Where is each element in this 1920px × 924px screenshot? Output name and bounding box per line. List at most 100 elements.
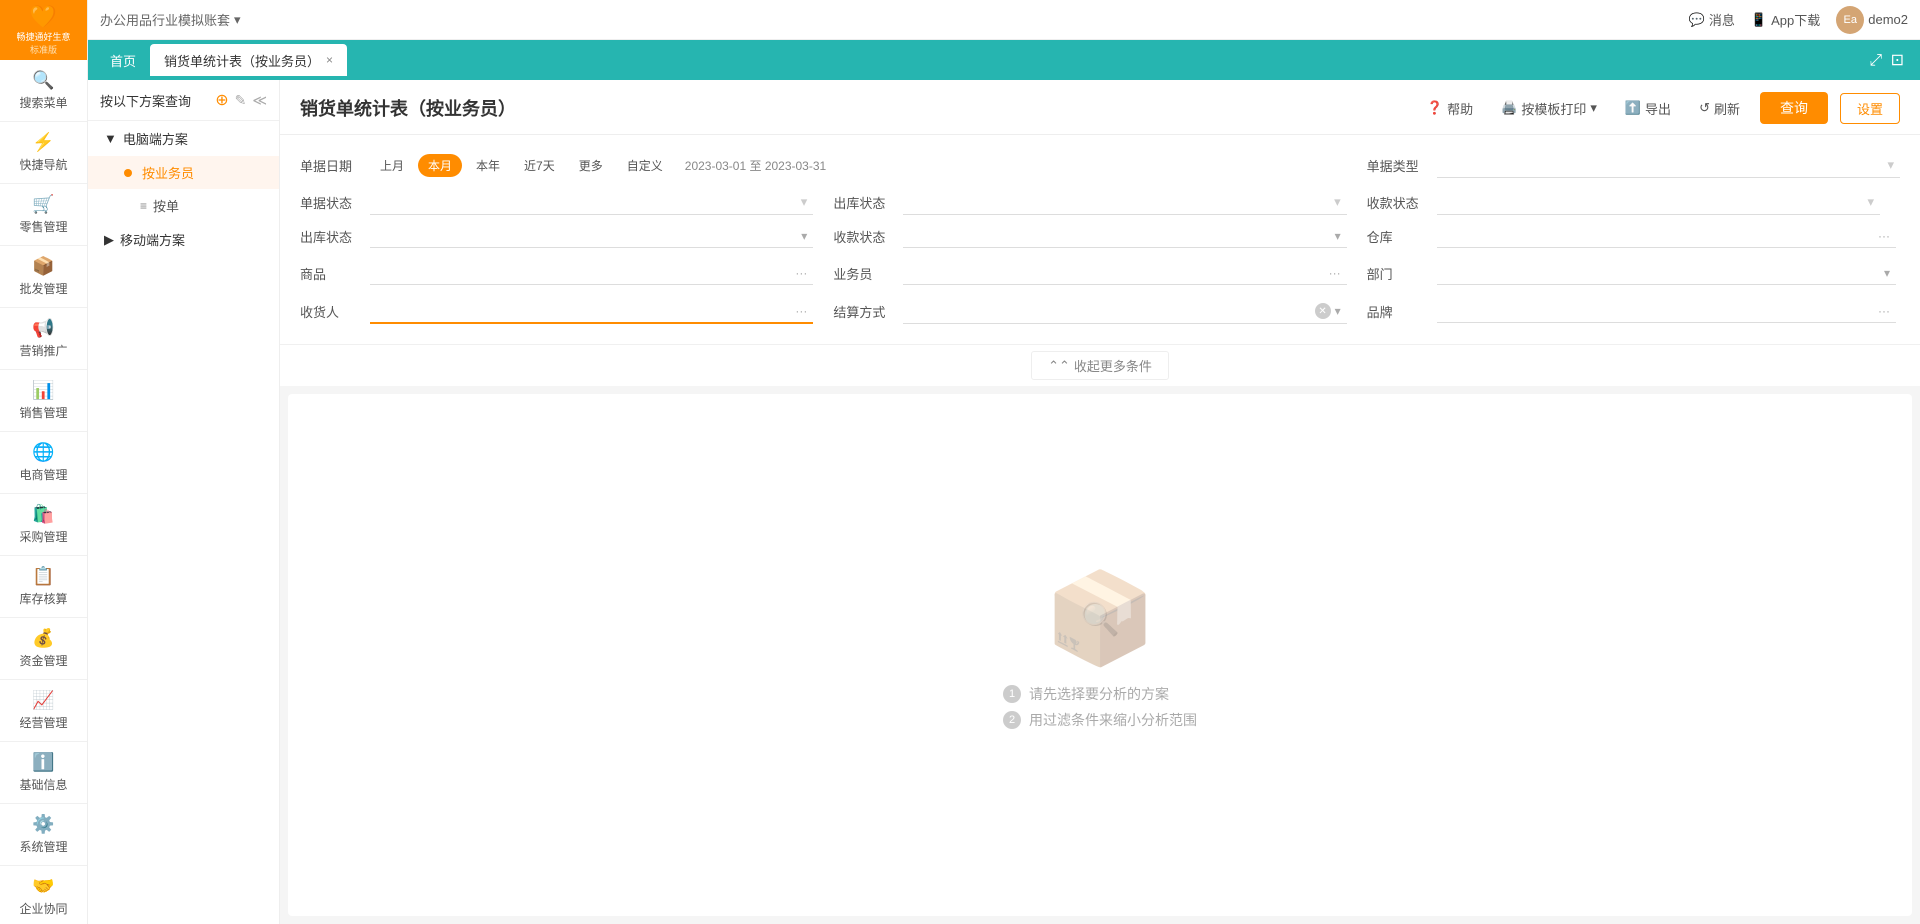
sidebar-item-sales[interactable]: 📊 销售管理 bbox=[0, 370, 88, 432]
tree-by-order-label: 按单 bbox=[153, 196, 179, 215]
goods-dots[interactable]: ··· bbox=[795, 266, 807, 280]
salesman-dots[interactable]: ··· bbox=[1329, 266, 1341, 280]
sidebar-item-finance[interactable]: 💰 资金管理 bbox=[0, 618, 88, 680]
sidebar-item-purchase[interactable]: 🛍️ 采购管理 bbox=[0, 494, 88, 556]
goods-label: 商品 bbox=[300, 264, 370, 283]
app-download-icon: 📱 bbox=[1751, 12, 1767, 28]
help-btn[interactable]: ❓ 帮助 bbox=[1419, 95, 1481, 122]
dept-dropdown[interactable]: ▾ bbox=[1884, 266, 1890, 280]
bill-status-dropdown[interactable]: ▾ bbox=[801, 194, 808, 210]
salesman-input[interactable]: ··· bbox=[903, 262, 1346, 285]
filter-settlement-col: 结算方式 ✕ ▾ bbox=[833, 295, 1366, 328]
sidebar-item-label: 搜索菜单 bbox=[19, 94, 67, 111]
sidebar-item-enterprise[interactable]: 🤝 企业协同 bbox=[0, 866, 88, 924]
sidebar-item-ecommerce[interactable]: 🌐 电商管理 bbox=[0, 432, 88, 494]
settlement-input[interactable]: ✕ ▾ bbox=[903, 299, 1346, 324]
export-icon: ⬆️ bbox=[1625, 100, 1641, 116]
print-icon: 🖨️ bbox=[1501, 100, 1517, 116]
brand-dots[interactable]: ··· bbox=[1878, 304, 1890, 318]
app-download-label: App下载 bbox=[1771, 10, 1820, 29]
dept-input[interactable]: ▾ bbox=[1437, 262, 1896, 285]
active-indicator bbox=[124, 169, 132, 177]
sidebar-item-retail[interactable]: 🛒 零售管理 bbox=[0, 184, 88, 246]
bill-type-label: 单据类型 bbox=[1367, 156, 1437, 175]
out-status-dropdown[interactable]: ▾ bbox=[1334, 194, 1341, 210]
tree-pc-scheme[interactable]: ▼ 电脑端方案 bbox=[88, 121, 279, 156]
avatar: Ea bbox=[1836, 6, 1864, 34]
refresh-btn[interactable]: ↺ 刷新 bbox=[1691, 95, 1748, 122]
enterprise-icon: 🤝 bbox=[32, 876, 54, 897]
company-selector[interactable]: 办公用品行业模拟账套 ▾ bbox=[100, 10, 241, 29]
empty-search-icon: 🔍 bbox=[1080, 600, 1120, 638]
right-panel: 销货单统计表（按业务员） ❓ 帮助 🖨️ 按模板打印 ▾ ⬆️ 导出 bbox=[280, 80, 1920, 924]
sidebar-item-wholesale[interactable]: 📦 批发管理 bbox=[0, 246, 88, 308]
left-panel: 按以下方案查询 ⊕ ✎ ≪ ▼ 电脑端方案 按业务员 bbox=[88, 80, 280, 924]
settlement-clear-icon[interactable]: ✕ bbox=[1315, 303, 1331, 319]
tab-close-icon[interactable]: × bbox=[326, 53, 333, 67]
filter-goods-col: 商品 ··· bbox=[300, 258, 833, 289]
tree-by-salesman[interactable]: 按业务员 bbox=[88, 156, 279, 189]
tab-sales-stats[interactable]: 销货单统计表（按业务员） × bbox=[150, 44, 347, 76]
query-button[interactable]: 查询 bbox=[1760, 92, 1828, 124]
print-btn[interactable]: 🖨️ 按模板打印 ▾ bbox=[1493, 95, 1605, 122]
bill-type-dropdown-icon[interactable]: ▾ bbox=[1887, 157, 1894, 173]
empty-step-1: 1 请先选择要分析的方案 bbox=[1003, 684, 1197, 704]
date-tab-this-month[interactable]: 本月 bbox=[418, 154, 462, 177]
warehouse-dots[interactable]: ··· bbox=[1878, 229, 1890, 243]
settlement-dropdown[interactable]: ▾ bbox=[1335, 304, 1341, 318]
receive-status-input[interactable]: ▾ bbox=[903, 225, 1346, 248]
tab-sales-stats-label: 销货单统计表（按业务员） bbox=[164, 51, 320, 70]
sidebar-item-operation[interactable]: 📈 经营管理 bbox=[0, 680, 88, 742]
date-tab-custom[interactable]: 自定义 bbox=[617, 154, 673, 177]
receive-status-dropdown[interactable]: ▾ bbox=[1867, 194, 1874, 210]
date-tab-more[interactable]: 更多 bbox=[569, 154, 613, 177]
filter-out-status-col: 出库状态 ▾ bbox=[300, 221, 833, 252]
sidebar-item-basic[interactable]: ℹ️ 基础信息 bbox=[0, 742, 88, 804]
export-btn[interactable]: ⬆️ 导出 bbox=[1617, 95, 1679, 122]
sidebar-item-search[interactable]: 🔍 搜索菜单 bbox=[0, 60, 88, 122]
sidebar-item-shortcut[interactable]: ⚡ 快捷导航 bbox=[0, 122, 88, 184]
collapse-bar: ⌃⌃ 收起更多条件 bbox=[280, 344, 1920, 386]
brand-input[interactable]: ··· bbox=[1437, 300, 1896, 323]
shortcut-icon: ⚡ bbox=[32, 132, 54, 153]
tab-expand-btn[interactable]: ⤢ ⊡ bbox=[1861, 50, 1912, 70]
sidebar: 🧡 畅捷通好生意 标准版 🔍 搜索菜单 ⚡ 快捷导航 🛒 零售管理 📦 批发管理… bbox=[0, 0, 88, 924]
goods-input[interactable]: ··· bbox=[370, 262, 813, 285]
sidebar-item-inventory[interactable]: 📋 库存核算 bbox=[0, 556, 88, 618]
filter-col-out-status: 出库状态 ▾ bbox=[833, 184, 1366, 221]
bill-type-field: ▾ bbox=[1437, 153, 1900, 178]
date-tab-7days[interactable]: 近7天 bbox=[514, 154, 565, 177]
tree-by-order[interactable]: ≡ 按单 bbox=[88, 189, 279, 222]
tree-expand-icon: ▼ bbox=[104, 131, 117, 146]
tree-root: ▼ 电脑端方案 按业务员 ≡ 按单 ▶ 移动端方案 bbox=[88, 121, 279, 257]
collapse-btn[interactable]: ⌃⌃ 收起更多条件 bbox=[1031, 351, 1169, 380]
receive-status-dropdown2[interactable]: ▾ bbox=[1335, 229, 1341, 243]
edit-scheme-icon[interactable]: ✎ bbox=[235, 92, 247, 109]
settings-button[interactable]: 设置 bbox=[1840, 93, 1900, 124]
sales-icon: 📊 bbox=[32, 380, 54, 401]
sidebar-item-marketing[interactable]: 📢 营销推广 bbox=[0, 308, 88, 370]
operation-icon: 📈 bbox=[32, 690, 54, 711]
warehouse-input[interactable]: ··· bbox=[1437, 225, 1896, 248]
filter-receive-status-col: 收款状态 ▾ bbox=[833, 221, 1366, 252]
out-status-dropdown2[interactable]: ▾ bbox=[801, 229, 807, 243]
tree-mobile-scheme[interactable]: ▶ 移动端方案 bbox=[88, 222, 279, 257]
company-dropdown-icon: ▾ bbox=[234, 12, 241, 28]
message-btn[interactable]: 💬 消息 bbox=[1689, 10, 1735, 29]
sidebar-item-label: 快捷导航 bbox=[19, 156, 67, 173]
consignee-dots[interactable]: ··· bbox=[795, 304, 807, 318]
empty-illustration: 📦 🔍 bbox=[1044, 574, 1156, 664]
tab-home[interactable]: 首页 bbox=[96, 44, 150, 76]
consignee-input[interactable]: ··· bbox=[370, 300, 813, 324]
date-label: 单据日期 bbox=[300, 156, 370, 175]
out-status-input[interactable]: ▾ bbox=[370, 225, 813, 248]
add-scheme-icon[interactable]: ⊕ bbox=[215, 90, 228, 110]
sidebar-item-label: 库存核算 bbox=[19, 590, 67, 607]
user-menu[interactable]: Ea demo2 bbox=[1836, 6, 1908, 34]
sidebar-item-system[interactable]: ⚙️ 系统管理 bbox=[0, 804, 88, 866]
app-download-btn[interactable]: 📱 App下载 bbox=[1751, 10, 1820, 29]
date-tab-this-year[interactable]: 本年 bbox=[466, 154, 510, 177]
date-tab-last-month[interactable]: 上月 bbox=[370, 154, 414, 177]
collapse-scheme-icon[interactable]: ≪ bbox=[252, 92, 267, 109]
brand-label: 品牌 bbox=[1367, 302, 1437, 321]
